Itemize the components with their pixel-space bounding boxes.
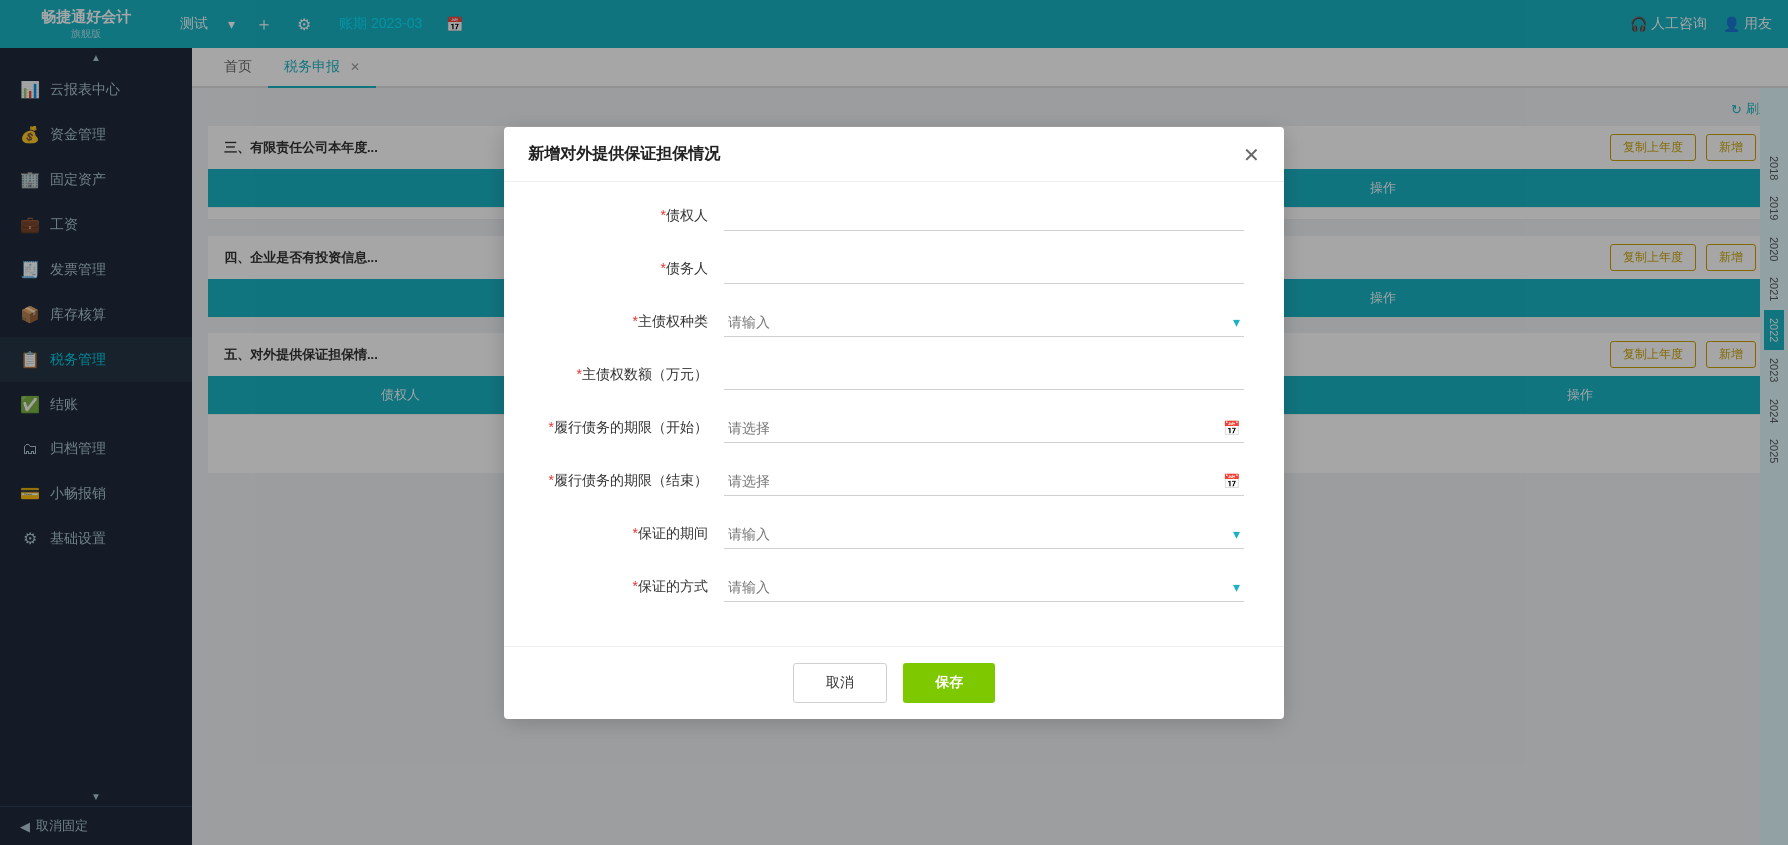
form-label-guarantee-period: *保证的期间 — [544, 525, 724, 543]
required-mark: * — [661, 207, 666, 223]
form-label-guarantee-method: *保证的方式 — [544, 578, 724, 596]
modal-footer: 取消 保存 — [504, 646, 1284, 719]
form-row-duty-end: *履行债务的期限（结束） 📅 — [544, 467, 1244, 496]
required-mark-2: * — [661, 260, 666, 276]
creditor-input[interactable] — [724, 202, 1244, 231]
guarantee-method-select[interactable]: ▾ — [724, 573, 1244, 602]
duty-end-date[interactable]: 📅 — [724, 467, 1244, 496]
form-label-claim-amount: *主债权数额（万元） — [544, 366, 724, 384]
cancel-button[interactable]: 取消 — [793, 663, 887, 703]
duty-start-input[interactable] — [728, 420, 1223, 436]
required-mark-5: * — [549, 419, 554, 435]
debtor-input[interactable] — [724, 255, 1244, 284]
form-row-duty-start: *履行债务的期限（开始） 📅 — [544, 414, 1244, 443]
form-row-guarantee-method: *保证的方式 ▾ — [544, 573, 1244, 602]
form-label-claim-type: *主债权种类 — [544, 313, 724, 331]
save-button[interactable]: 保存 — [903, 663, 995, 703]
duty-end-calendar-icon[interactable]: 📅 — [1223, 473, 1240, 489]
guarantee-period-input[interactable] — [728, 526, 1233, 542]
claim-amount-input[interactable] — [724, 361, 1244, 390]
required-mark-4: * — [577, 366, 582, 382]
required-mark-3: * — [633, 313, 638, 329]
duty-end-input[interactable] — [728, 473, 1223, 489]
form-label-creditor: *债权人 — [544, 207, 724, 225]
modal-title: 新增对外提供保证担保情况 — [528, 144, 720, 165]
modal-body: *债权人 *债务人 *主债权种类 ▾ — [504, 182, 1284, 646]
form-label-duty-start: *履行债务的期限（开始） — [544, 419, 724, 437]
form-row-guarantee-period: *保证的期间 ▾ — [544, 520, 1244, 549]
modal-header: 新增对外提供保证担保情况 ✕ — [504, 127, 1284, 182]
modal-overlay: 新增对外提供保证担保情况 ✕ *债权人 *债务人 *主债权种类 — [0, 0, 1788, 845]
form-label-debtor: *债务人 — [544, 260, 724, 278]
guarantee-method-input[interactable] — [728, 579, 1233, 595]
guarantee-period-select[interactable]: ▾ — [724, 520, 1244, 549]
required-mark-8: * — [633, 578, 638, 594]
guarantee-period-chevron-icon[interactable]: ▾ — [1233, 526, 1240, 542]
claim-type-input[interactable] — [728, 314, 1233, 330]
guarantee-method-chevron-icon[interactable]: ▾ — [1233, 579, 1240, 595]
required-mark-7: * — [633, 525, 638, 541]
form-row-claim-amount: *主债权数额（万元） — [544, 361, 1244, 390]
form-row-creditor: *债权人 — [544, 202, 1244, 231]
duty-start-calendar-icon[interactable]: 📅 — [1223, 420, 1240, 436]
form-label-duty-end: *履行债务的期限（结束） — [544, 472, 724, 490]
form-row-debtor: *债务人 — [544, 255, 1244, 284]
form-row-claim-type: *主债权种类 ▾ — [544, 308, 1244, 337]
required-mark-6: * — [549, 472, 554, 488]
modal-close-button[interactable]: ✕ — [1243, 143, 1260, 167]
claim-type-select[interactable]: ▾ — [724, 308, 1244, 337]
duty-start-date[interactable]: 📅 — [724, 414, 1244, 443]
claim-type-chevron-icon[interactable]: ▾ — [1233, 314, 1240, 330]
modal-dialog: 新增对外提供保证担保情况 ✕ *债权人 *债务人 *主债权种类 — [504, 127, 1284, 719]
